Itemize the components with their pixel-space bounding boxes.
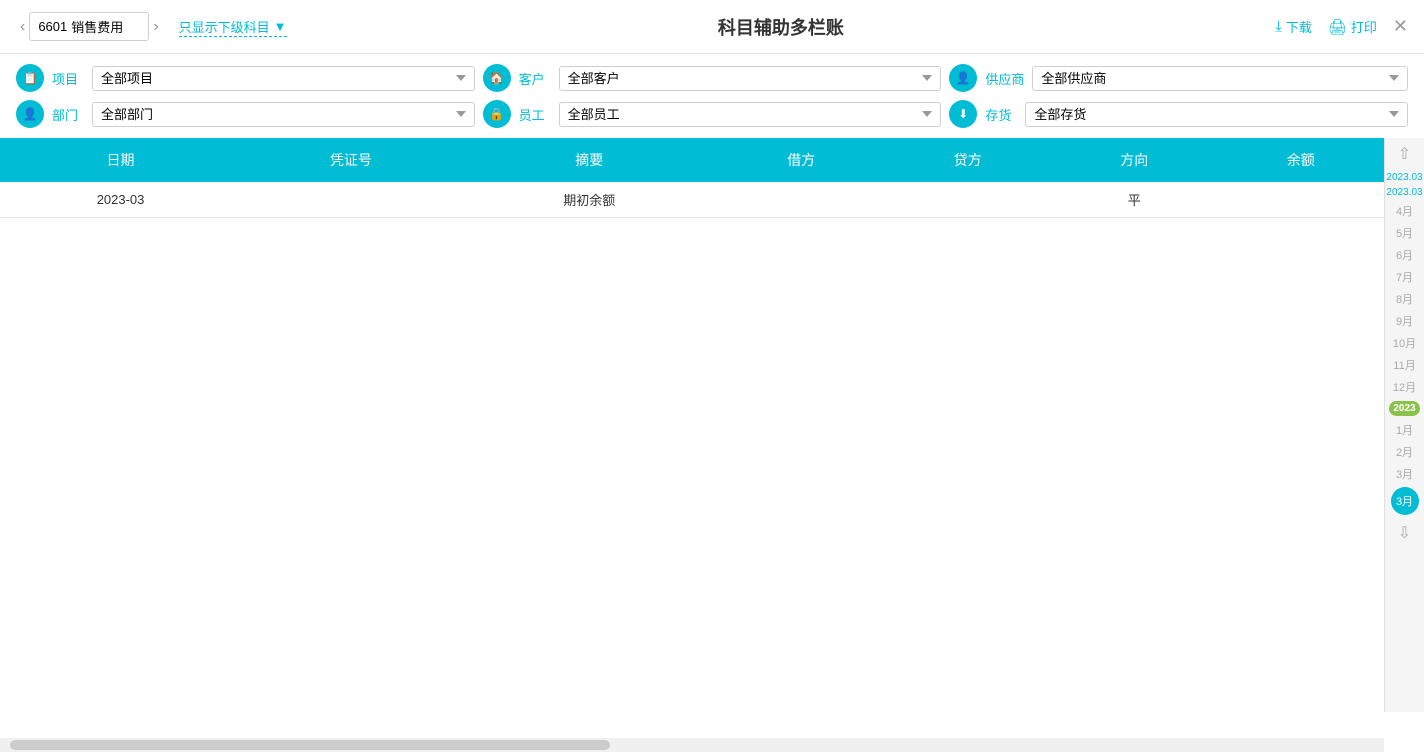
show-sub-chevron-icon: ▼: [274, 19, 287, 34]
timeline-month-item[interactable]: 9月: [1385, 310, 1424, 332]
prev-account-btn[interactable]: ‹: [16, 18, 29, 36]
timeline-month-item[interactable]: 12月: [1385, 376, 1424, 398]
project-icon: 📋: [16, 64, 44, 92]
supplier-label: 供应商: [985, 69, 1024, 88]
inventory-icon: ⬇: [949, 100, 977, 128]
table-header-row: 日期 凭证号 摘要 借方 贷方 方向 余额: [0, 138, 1384, 182]
customer-filter: 🏠 客户 全部客户: [483, 64, 942, 92]
project-filter: 📋 项目 全部项目: [16, 64, 475, 92]
ledger-table: 日期 凭证号 摘要 借方 贷方 方向 余额 2023-03 期初余额 平: [0, 138, 1384, 218]
department-label: 部门: [52, 105, 84, 124]
col-credit: 贷方: [884, 138, 1051, 182]
next-account-btn[interactable]: ›: [149, 18, 162, 36]
employee-select[interactable]: 全部员工: [559, 102, 942, 127]
inventory-select[interactable]: 全部存货: [1025, 102, 1408, 127]
show-sub-toggle[interactable]: 只显示下级科目 ▼: [179, 17, 287, 37]
header-actions: ⤓ 下载 🖨 打印: [1275, 17, 1377, 36]
col-date: 日期: [0, 138, 241, 182]
timeline-month-item[interactable]: 11月: [1385, 354, 1424, 376]
department-filter: 👤 部门 全部部门: [16, 100, 475, 128]
account-code-text: 6601: [38, 19, 67, 34]
department-icon: 👤: [16, 100, 44, 128]
cell-credit: [884, 182, 1051, 218]
timeline-month-item[interactable]: 1月: [1385, 419, 1424, 441]
project-select[interactable]: 全部项目: [92, 66, 475, 91]
close-button[interactable]: ✕: [1393, 16, 1408, 37]
header-bar: ‹ 6601 销售费用 › 只显示下级科目 ▼ 科目辅助多栏账 ⤓ 下载 🖨 打…: [0, 0, 1424, 54]
project-label: 项目: [52, 69, 84, 88]
timeline-month-item[interactable]: 5月: [1385, 222, 1424, 244]
page-title: 科目辅助多栏账: [287, 14, 1276, 40]
timeline-up-btn[interactable]: ⇧: [1398, 138, 1411, 170]
timeline-selected-1[interactable]: 2023.03: [1384, 170, 1424, 185]
timeline-down-btn[interactable]: ⇩: [1398, 517, 1411, 549]
timeline-month-item[interactable]: 8月: [1385, 288, 1424, 310]
filter-bar: 📋 项目 全部项目 🏠 客户 全部客户 👤 供应商 全部供应商 👤 部门 全: [0, 54, 1424, 138]
cell-voucher: [241, 182, 460, 218]
customer-icon: 🏠: [483, 64, 511, 92]
col-summary: 摘要: [461, 138, 718, 182]
timeline-month-item[interactable]: 10月: [1385, 332, 1424, 354]
print-icon: 🖨: [1328, 18, 1347, 36]
table-row: 2023-03 期初余额 平: [0, 182, 1384, 218]
timeline-selected-2[interactable]: 2023.03: [1384, 185, 1424, 200]
cell-balance: [1217, 182, 1384, 218]
employee-icon: 🔒: [483, 100, 511, 128]
year-badge[interactable]: 2023: [1389, 401, 1419, 416]
account-name-text: 销售费用: [71, 17, 123, 36]
account-code-display: 6601 销售费用: [29, 12, 149, 41]
employee-label: 员工: [519, 105, 551, 124]
supplier-filter: 👤 供应商 全部供应商: [949, 64, 1408, 92]
col-voucher: 凭证号: [241, 138, 460, 182]
supplier-select[interactable]: 全部供应商: [1032, 66, 1408, 91]
cell-summary: 期初余额: [461, 182, 718, 218]
department-select[interactable]: 全部部门: [92, 102, 475, 127]
download-button[interactable]: ⤓ 下载: [1275, 17, 1312, 36]
scrollbar-thumb[interactable]: [10, 740, 610, 750]
table-area: 日期 凭证号 摘要 借方 贷方 方向 余额 2023-03 期初余额 平: [0, 138, 1384, 712]
col-debit: 借方: [718, 138, 885, 182]
col-balance: 余额: [1217, 138, 1384, 182]
inventory-filter: ⬇ 存货 全部存货: [949, 100, 1408, 128]
timeline-month-item[interactable]: 7月: [1385, 266, 1424, 288]
timeline-month-item[interactable]: 3月: [1385, 463, 1424, 485]
cell-direction: 平: [1051, 182, 1218, 218]
timeline-panel: ⇧ 2023.03 2023.03 4月5月6月7月8月9月10月11月12月 …: [1384, 138, 1424, 712]
timeline-month-item[interactable]: 4月: [1385, 200, 1424, 222]
download-icon: ⤓: [1275, 18, 1282, 35]
content-area: 日期 凭证号 摘要 借方 贷方 方向 余额 2023-03 期初余额 平: [0, 138, 1424, 712]
timeline-month-item[interactable]: 6月: [1385, 244, 1424, 266]
cell-debit: [718, 182, 885, 218]
customer-label: 客户: [519, 69, 551, 88]
timeline-month-selected[interactable]: 3月: [1391, 487, 1419, 515]
cell-date: 2023-03: [0, 182, 241, 218]
employee-filter: 🔒 员工 全部员工: [483, 100, 942, 128]
print-button[interactable]: 🖨 打印: [1328, 17, 1377, 36]
inventory-label: 存货: [985, 105, 1017, 124]
timeline-month-item[interactable]: 2月: [1385, 441, 1424, 463]
horizontal-scrollbar[interactable]: [0, 738, 1384, 752]
supplier-icon: 👤: [949, 64, 977, 92]
customer-select[interactable]: 全部客户: [559, 66, 942, 91]
col-direction: 方向: [1051, 138, 1218, 182]
show-sub-label: 只显示下级科目: [179, 17, 270, 36]
